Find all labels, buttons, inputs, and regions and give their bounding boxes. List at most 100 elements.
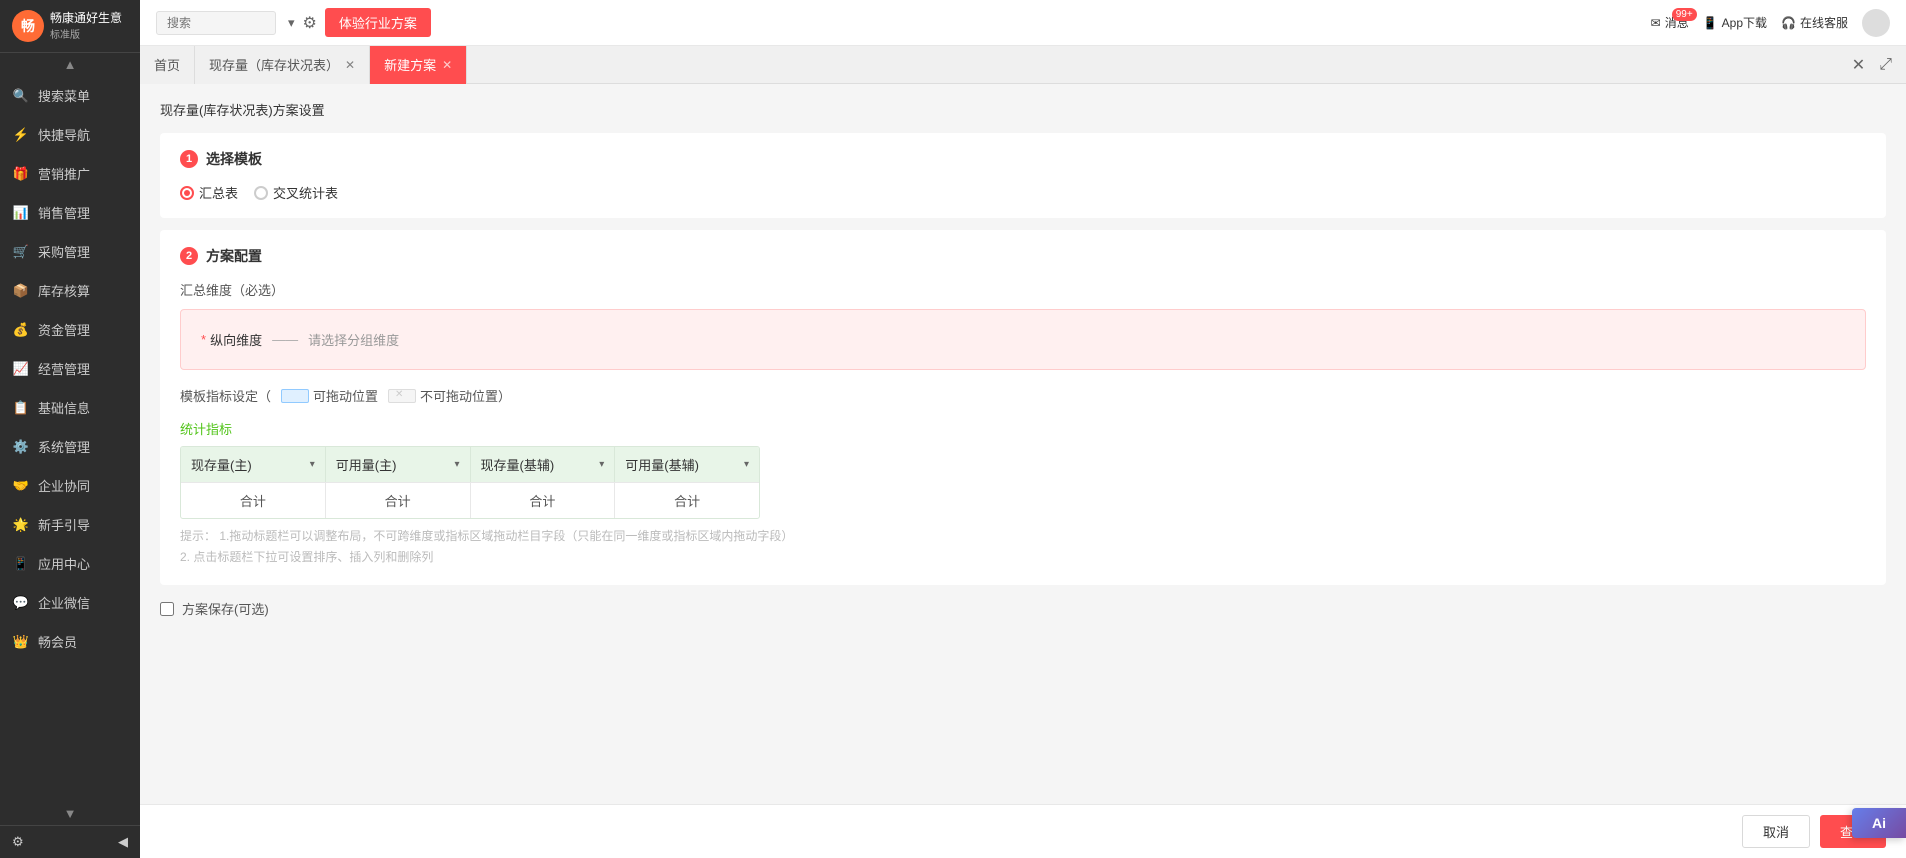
config-section: 汇总维度（必选） * 纵向维度 —— 请选择分组维度 模板指标设定（ 可拖动位置: [180, 280, 1866, 565]
col-header-3[interactable]: 可用量(基辅) ▾: [615, 447, 759, 482]
sidebar-item-wechat[interactable]: 💬 企业微信: [0, 583, 140, 622]
radio-summary-selected: [180, 186, 194, 200]
flash-icon: ⚡: [12, 126, 30, 144]
trial-button[interactable]: 体验行业方案: [325, 8, 431, 37]
col-header-1[interactable]: 可用量(主) ▾: [326, 447, 471, 482]
search-icon: 🔍: [12, 87, 30, 105]
section2-number: 2: [180, 247, 198, 265]
sidebar-item-purchase[interactable]: 🛒 采购管理: [0, 232, 140, 271]
draggable-label: 可拖动位置: [313, 386, 378, 405]
sidebar-item-newbie[interactable]: 🌟 新手引导: [0, 505, 140, 544]
logo-text: 畅康通好生意 标准版: [50, 11, 122, 42]
dimension-section-label: 汇总维度（必选）: [180, 280, 1866, 299]
user-avatar[interactable]: [1862, 9, 1890, 37]
sidebar-item-appcenter[interactable]: 📱 应用中心: [0, 544, 140, 583]
app-download-link[interactable]: 📱 App下载: [1703, 14, 1767, 31]
topbar-left: ▾ ⚙ 体验行业方案: [156, 8, 431, 37]
indicator-settings-label: 模板指标设定（: [180, 386, 271, 405]
col-header-0[interactable]: 现存量(主) ▾: [181, 447, 326, 482]
save-checkbox[interactable]: [160, 602, 174, 616]
option-cross-table[interactable]: 交叉统计表: [254, 183, 338, 202]
indicator-settings: 模板指标设定（ 可拖动位置 不可拖动位置）: [180, 386, 1866, 405]
col-dropdown-1[interactable]: ▾: [454, 459, 459, 470]
topbar-gear-icon[interactable]: ⚙: [303, 13, 317, 33]
stats-table-row: 合计 合计 合计 合计: [181, 482, 759, 518]
cell-3: 合计: [615, 483, 759, 518]
tab-home[interactable]: 首页: [140, 46, 195, 84]
sidebar-item-finance[interactable]: 💰 资金管理: [0, 310, 140, 349]
dimension-placeholder: 请选择分组维度: [308, 330, 399, 349]
dimension-area[interactable]: * 纵向维度 —— 请选择分组维度: [180, 309, 1866, 370]
sidebar-item-search[interactable]: 🔍 搜索菜单: [0, 76, 140, 115]
action-bar: 取消 查询: [140, 804, 1906, 858]
topbar-right: ✉ 消息 99+ 📱 App下载 🎧 在线客服: [1651, 9, 1890, 37]
section2-title: 方案配置: [206, 246, 262, 266]
sidebar-collapse-icon[interactable]: ◀: [118, 834, 128, 850]
sidebar-item-sales[interactable]: 📊 销售管理: [0, 193, 140, 232]
handshake-icon: 🤝: [12, 477, 30, 495]
trend-icon: 📈: [12, 360, 30, 378]
sidebar-settings-icon[interactable]: ⚙: [12, 834, 24, 850]
main-area: ▾ ⚙ 体验行业方案 ✉ 消息 99+ 📱 App下载 🎧 在线客服 首页: [140, 0, 1906, 858]
dimension-dash: ——: [272, 332, 298, 347]
tab-new-plan-close[interactable]: ✕: [442, 58, 452, 72]
section1-header: 1 选择模板: [180, 149, 1866, 169]
gift-icon: 🎁: [12, 165, 30, 183]
panel-expand-icon[interactable]: ⤢: [1875, 56, 1896, 74]
sidebar-item-marketing[interactable]: 🎁 营销推广: [0, 154, 140, 193]
star-icon: 🌟: [12, 516, 30, 534]
section1-number: 1: [180, 150, 198, 168]
non-draggable-indicator: 不可拖动位置）: [388, 386, 511, 405]
col-dropdown-0[interactable]: ▾: [310, 459, 315, 470]
section1-title: 选择模板: [206, 149, 262, 169]
tab-inventory-close[interactable]: ✕: [345, 58, 355, 72]
tip-0: 提示： 1.拖动标题栏可以调整布局，不可跨维度或指标区域拖动栏目字段（只能在同一…: [180, 527, 1866, 544]
option-summary-table[interactable]: 汇总表: [180, 183, 238, 202]
sidebar-scroll-up[interactable]: ▲: [0, 53, 140, 76]
box-icon: 📦: [12, 282, 30, 300]
sidebar-scroll-down[interactable]: ▼: [0, 802, 140, 825]
draggable-indicator: 可拖动位置: [281, 386, 378, 405]
topbar-dropdown-icon[interactable]: ▾: [288, 15, 295, 31]
cancel-button[interactable]: 取消: [1742, 815, 1810, 848]
stats-section: 统计指标 现存量(主) ▾ 可用量(主) ▾: [180, 419, 1866, 519]
tips-area: 提示： 1.拖动标题栏可以调整布局，不可跨维度或指标区域拖动栏目字段（只能在同一…: [180, 527, 1866, 565]
system-icon: ⚙️: [12, 438, 30, 456]
col-header-2[interactable]: 现存量(基辅) ▾: [471, 447, 616, 482]
crown-icon: 👑: [12, 633, 30, 651]
cell-0: 合计: [181, 483, 326, 518]
content-area: 现存量(库存状况表)方案设置 1 选择模板 汇总表 交叉统计表 2: [140, 84, 1906, 804]
radio-cross: [254, 186, 268, 200]
panel-close-icon[interactable]: ✕: [1848, 55, 1869, 75]
sidebar-item-operations[interactable]: 📈 经营管理: [0, 349, 140, 388]
sidebar-item-member[interactable]: 👑 畅会员: [0, 622, 140, 661]
stats-title: 统计指标: [180, 419, 1866, 438]
sidebar-bottom: ⚙ ◀: [0, 825, 140, 858]
messages-badge: 99+: [1672, 8, 1697, 21]
money-icon: 💰: [12, 321, 30, 339]
messages-button[interactable]: ✉ 消息 99+: [1651, 14, 1689, 31]
app-icon: 📱: [1703, 16, 1718, 30]
tab-inventory[interactable]: 现存量（库存状况表） ✕: [195, 46, 370, 84]
tab-controls: ✕ ⤢: [1848, 55, 1906, 75]
sidebar-item-inventory[interactable]: 📦 库存核算: [0, 271, 140, 310]
config-panel: 2 方案配置 汇总维度（必选） * 纵向维度 —— 请选择分组维度 模板指标设定…: [160, 230, 1886, 585]
sidebar-item-collab[interactable]: 🤝 企业协同: [0, 466, 140, 505]
required-mark: *: [201, 332, 206, 347]
sidebar-item-quicknav[interactable]: ⚡ 快捷导航: [0, 115, 140, 154]
topbar-search-input[interactable]: [156, 11, 276, 35]
cart-icon: 🛒: [12, 243, 30, 261]
col-dropdown-2[interactable]: ▾: [599, 459, 604, 470]
tab-new-plan[interactable]: 新建方案 ✕: [370, 46, 467, 84]
online-service-link[interactable]: 🎧 在线客服: [1781, 14, 1848, 31]
ai-fab-button[interactable]: Ai: [1852, 808, 1906, 838]
chart-icon: 📊: [12, 204, 30, 222]
template-panel: 1 选择模板 汇总表 交叉统计表: [160, 133, 1886, 218]
col-dropdown-3[interactable]: ▾: [744, 459, 749, 470]
sidebar-item-system[interactable]: ⚙️ 系统管理: [0, 427, 140, 466]
no-drag-box: [388, 389, 416, 403]
save-label: 方案保存(可选): [182, 599, 269, 618]
sidebar-menu: 🔍 搜索菜单 ⚡ 快捷导航 🎁 营销推广 📊 销售管理 🛒 采购管理 📦 库存核…: [0, 76, 140, 802]
cell-1: 合计: [326, 483, 471, 518]
sidebar-item-basics[interactable]: 📋 基础信息: [0, 388, 140, 427]
